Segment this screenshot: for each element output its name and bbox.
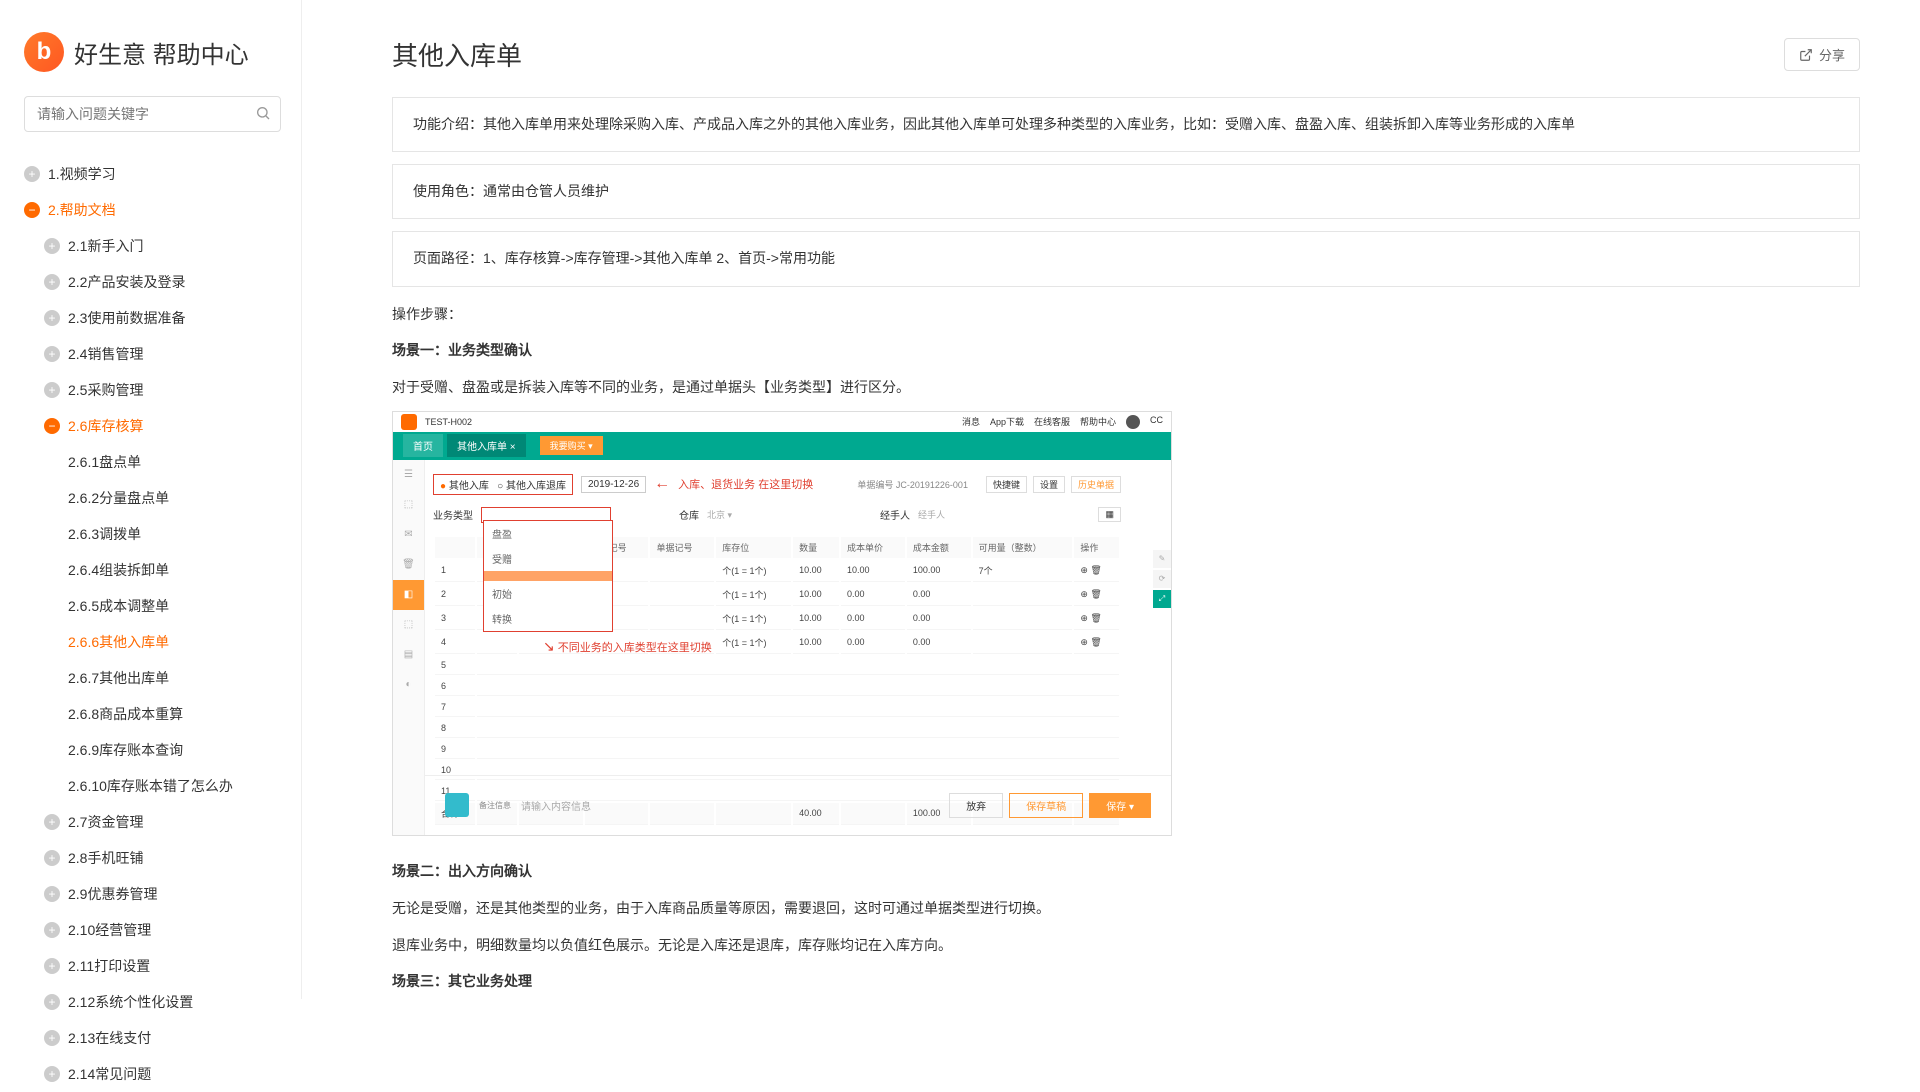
sc-note-icon xyxy=(445,793,469,817)
tree-item-2-6-1[interactable]: 2.6.1盘点单 xyxy=(24,444,281,480)
plus-icon: + xyxy=(44,346,60,362)
tree-item-2-6[interactable]: −2.6库存核算 xyxy=(24,408,281,444)
plus-icon: + xyxy=(44,850,60,866)
sc-side-icon: ◐ xyxy=(393,670,424,700)
logo-icon: b xyxy=(24,32,64,72)
plus-icon: + xyxy=(44,886,60,902)
sc-side-icon: ✉ xyxy=(393,520,424,550)
screenshot-image: TEST-H002 消息 App下载 在线客服 帮助中心 CC 首页 其他入库单… xyxy=(392,411,1172,836)
scene2-line1: 无论是受赠，还是其他类型的业务，由于入库商品质量等原因，需要退回，这时可通过单据… xyxy=(392,893,1860,924)
sc-app-icon: App下载 xyxy=(990,415,1024,429)
intro-label: 功能介绍： xyxy=(413,116,483,132)
tree-item-2-14[interactable]: +2.14常见问题 xyxy=(24,1056,281,1092)
tree-item-2-2[interactable]: +2.2产品安装及登录 xyxy=(24,264,281,300)
tree-item-2-10[interactable]: +2.10经营管理 xyxy=(24,912,281,948)
sc-side-icon-active: ◧ xyxy=(393,580,424,610)
scene2-title: 场景二：出入方向确认 xyxy=(392,856,1860,887)
sc-side-icon: ▤ xyxy=(393,640,424,670)
page-title: 其他入库单 xyxy=(392,36,522,73)
plus-icon: + xyxy=(44,958,60,974)
sc-save-btn: 保存 ▾ xyxy=(1089,793,1151,818)
sc-support-icon: 在线客服 xyxy=(1034,415,1070,429)
intro-block: 功能介绍：其他入库单用来处理除采购入库、产成品入库之外的其他入库业务，因此其他入… xyxy=(392,97,1860,152)
role-text: 通常由仓管人员维护 xyxy=(483,183,609,199)
search-icon[interactable] xyxy=(255,105,271,124)
plus-icon: + xyxy=(44,814,60,830)
role-label: 使用角色： xyxy=(413,183,483,199)
sc-side-icon: ⬚ xyxy=(393,610,424,640)
sc-side-icon: 🗑 xyxy=(393,550,424,580)
sc-user: CC xyxy=(1150,415,1163,429)
plus-icon: + xyxy=(44,994,60,1010)
plus-icon: + xyxy=(44,310,60,326)
scene1-title: 场景一：业务类型确认 xyxy=(392,335,1860,366)
tree-item-2-1[interactable]: +2.1新手入门 xyxy=(24,228,281,264)
plus-icon: + xyxy=(24,166,40,182)
sc-draft-btn: 保存草稿 xyxy=(1009,793,1083,818)
sidebar: b 好生意 帮助中心 +1.视频学习 −2.帮助文档 +2.1新手入门 +2.2… xyxy=(0,0,302,999)
tree-item-videos[interactable]: +1.视频学习 xyxy=(24,156,281,192)
sc-help-icon: 帮助中心 xyxy=(1080,415,1116,429)
tree-item-2-6-5[interactable]: 2.6.5成本调整单 xyxy=(24,588,281,624)
role-block: 使用角色：通常由仓管人员维护 xyxy=(392,164,1860,219)
path-label: 页面路径： xyxy=(413,250,483,266)
scene2-line2: 退库业务中，明细数量均以负值红色展示。无论是入库还是退库，库存账均记在入库方向。 xyxy=(392,930,1860,961)
minus-icon: − xyxy=(24,202,40,218)
tree-item-2-12[interactable]: +2.12系统个性化设置 xyxy=(24,984,281,1020)
sc-tab-home: 首页 xyxy=(403,434,443,457)
plus-icon: + xyxy=(44,922,60,938)
brand-text: 好生意 帮助中心 xyxy=(74,35,249,70)
sc-msg-icon: 消息 xyxy=(962,415,980,429)
tree-item-2-6-6[interactable]: 2.6.6其他入库单 xyxy=(24,624,281,660)
share-icon xyxy=(1799,48,1813,62)
tree-item-2-6-3[interactable]: 2.6.3调拨单 xyxy=(24,516,281,552)
logo-row: b 好生意 帮助中心 xyxy=(24,32,281,72)
tree-item-2-13[interactable]: +2.13在线支付 xyxy=(24,1020,281,1056)
sc-side-icon: ☰ xyxy=(393,460,424,490)
sc-avatar-icon xyxy=(1126,415,1140,429)
tree-item-2-6-7[interactable]: 2.6.7其他出库单 xyxy=(24,660,281,696)
sc-annotation-1: 入库、退货业务 在这里切换 xyxy=(678,476,813,492)
tree-item-2-6-2[interactable]: 2.6.2分量盘点单 xyxy=(24,480,281,516)
share-button[interactable]: 分享 xyxy=(1784,38,1860,71)
sc-cancel-btn: 放弃 xyxy=(949,793,1003,818)
plus-icon: + xyxy=(44,1030,60,1046)
scene3-title: 场景三：其它业务处理 xyxy=(392,966,1860,997)
plus-icon: + xyxy=(44,274,60,290)
sc-dropdown: 盘盈 受赠 初始 转换 xyxy=(483,520,613,632)
tree-item-2-6-9[interactable]: 2.6.9库存账本查询 xyxy=(24,732,281,768)
tree-item-2-6-4[interactable]: 2.6.4组装拆卸单 xyxy=(24,552,281,588)
plus-icon: + xyxy=(44,238,60,254)
sc-test-label: TEST-H002 xyxy=(425,417,472,427)
tree-item-2-8[interactable]: +2.8手机旺铺 xyxy=(24,840,281,876)
tree-item-2-7[interactable]: +2.7资金管理 xyxy=(24,804,281,840)
minus-icon: − xyxy=(44,418,60,434)
steps-label: 操作步骤： xyxy=(392,299,1860,330)
tree-item-docs[interactable]: −2.帮助文档 xyxy=(24,192,281,228)
intro-text: 其他入库单用来处理除采购入库、产成品入库之外的其他入库业务，因此其他入库单可处理… xyxy=(483,116,1575,132)
tree-item-2-5[interactable]: +2.5采购管理 xyxy=(24,372,281,408)
tree-item-2-4[interactable]: +2.4销售管理 xyxy=(24,336,281,372)
tree-item-2-9[interactable]: +2.9优惠券管理 xyxy=(24,876,281,912)
tree-item-2-6-10[interactable]: 2.6.10库存账本错了怎么办 xyxy=(24,768,281,804)
sc-tab-current: 其他入库单 × xyxy=(447,434,526,457)
tree-item-2-6-8[interactable]: 2.6.8商品成本重算 xyxy=(24,696,281,732)
tree-item-2-11[interactable]: +2.11打印设置 xyxy=(24,948,281,984)
sc-buy-btn: 我要购买 ▾ xyxy=(540,436,603,455)
plus-icon: + xyxy=(44,382,60,398)
search-box xyxy=(24,96,281,132)
nav-tree: +1.视频学习 −2.帮助文档 +2.1新手入门 +2.2产品安装及登录 +2.… xyxy=(24,156,281,1092)
scene1-text: 对于受赠、盘盈或是拆装入库等不同的业务，是通过单据头【业务类型】进行区分。 xyxy=(392,372,1860,403)
plus-icon: + xyxy=(44,1066,60,1082)
path-block: 页面路径：1、库存核算->库存管理->其他入库单 2、首页->常用功能 xyxy=(392,231,1860,286)
search-input[interactable] xyxy=(24,96,281,132)
sc-logo-icon xyxy=(401,414,417,430)
path-text: 1、库存核算->库存管理->其他入库单 2、首页->常用功能 xyxy=(483,250,835,266)
main-content: 其他入库单 分享 功能介绍：其他入库单用来处理除采购入库、产成品入库之外的其他入… xyxy=(302,0,1920,999)
sc-annotation-2: 不同业务的入库类型在这里切换 xyxy=(558,642,712,654)
tree-item-2-3[interactable]: +2.3使用前数据准备 xyxy=(24,300,281,336)
sc-side-icon: ⬚ xyxy=(393,490,424,520)
